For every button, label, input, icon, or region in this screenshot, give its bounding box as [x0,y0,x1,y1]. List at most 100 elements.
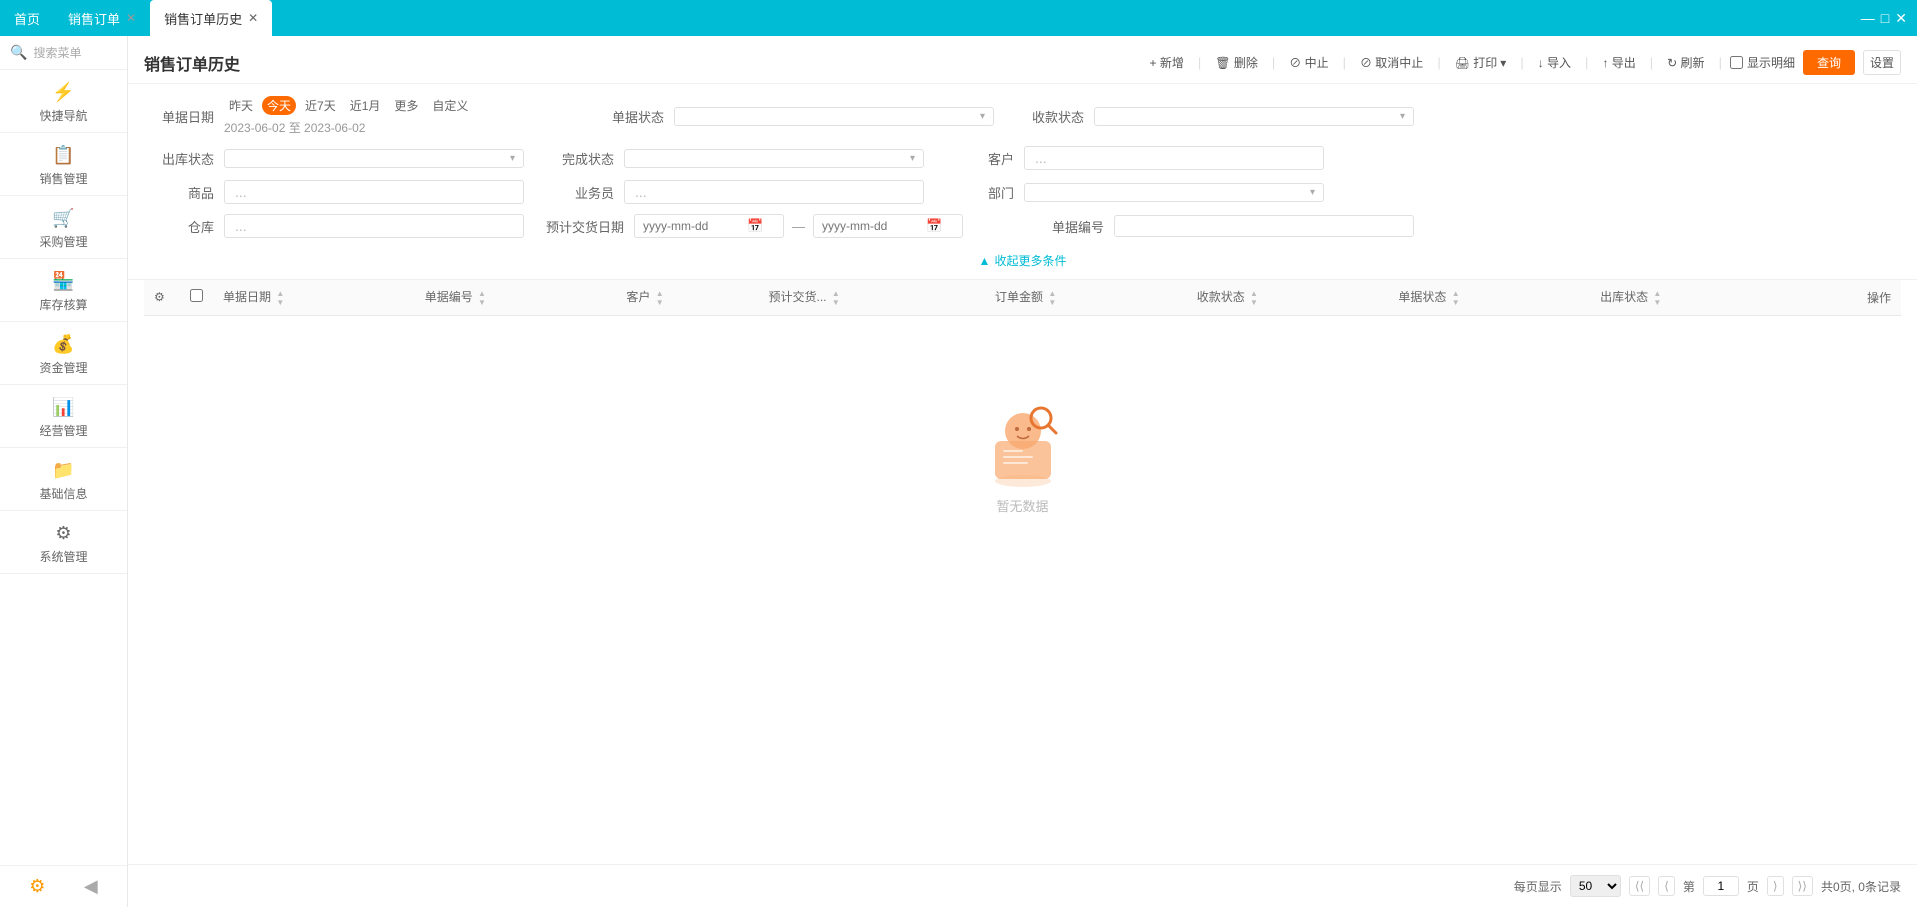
date-btn-today[interactable]: 今天 [262,96,296,115]
sidebar-item-label: 经营管理 [39,422,87,439]
delete-button[interactable]: 🗑 删除 [1209,51,1264,74]
complete-status-select[interactable]: ▾ [624,149,924,168]
col-doc-no[interactable]: 单据编号 ▲▼ [415,280,617,315]
import-button[interactable]: ↓ 导入 [1532,51,1577,74]
sort-customer: ▲▼ [656,289,664,307]
col-order-amount[interactable]: 订单金额 ▲▼ [985,280,1187,315]
col-settings[interactable]: ⚙ [144,280,180,315]
sidebar-settings-icon[interactable]: ⚙ [29,876,45,897]
tab-sales-order[interactable]: 销售订单 ✕ [54,0,150,36]
date-btn-7days[interactable]: 近7天 [300,96,341,115]
refresh-button[interactable]: ↻ 刷新 [1661,51,1710,74]
delivery-date-from-picker[interactable]: 📅 [634,214,784,238]
select-all-checkbox[interactable] [190,289,203,302]
salesperson-input[interactable]: ... [624,180,924,204]
export-button[interactable]: ↑ 导出 [1596,51,1641,74]
delivery-date-from-input[interactable] [643,219,743,233]
prev-page-btn[interactable]: ⟨ [1658,876,1675,896]
collapse-button[interactable]: ▲ 收起更多条件 [144,248,1901,271]
product-input[interactable]: ... [224,180,524,204]
doc-status-select[interactable]: ▾ [674,107,994,126]
col-operation: 操作 [1792,280,1901,315]
stop-button[interactable]: ⊘ 中止 [1283,51,1334,74]
gear-icon[interactable]: ⚙ [154,290,165,304]
doc-no-input[interactable] [1114,215,1414,237]
maximize-btn[interactable]: □ [1881,10,1889,26]
show-detail-checkbox: 显示明细 [1730,54,1795,71]
complete-status-arrow: ▾ [910,153,915,164]
salesperson-label: 业务员 [544,183,624,202]
cancel-stop-button[interactable]: ⊘ 取消中止 [1354,51,1429,74]
col-customer[interactable]: 客户 ▲▼ [616,280,758,315]
quick-nav-icon: ⚡ [52,82,74,103]
customer-input[interactable]: ... [1024,146,1324,170]
col-doc-date[interactable]: 单据日期 ▲▼ [213,280,415,315]
toolbar: + 新增 | 🗑 删除 | ⊘ 中止 | ⊘ 取消中止 | 🖨 打印 ▾ | ↓… [1144,50,1901,75]
sidebar-item-label: 库存核算 [39,296,87,313]
show-detail-input[interactable] [1730,56,1743,69]
delivery-date-to-input[interactable] [822,219,922,233]
inventory-icon: 🏪 [52,271,74,292]
department-select[interactable]: ▾ [1024,183,1324,202]
tab-sales-order-close[interactable]: ✕ [126,11,136,25]
date-btn-yesterday[interactable]: 昨天 [224,96,258,115]
last-page-btn[interactable]: ⟩⟩ [1792,876,1813,896]
print-button[interactable]: 🖨 打印 ▾ [1449,51,1513,74]
minimize-btn[interactable]: — [1861,10,1875,26]
page-size-select[interactable]: 10 20 50 100 [1570,875,1621,897]
col-delivery-date[interactable]: 预计交货... ▲▼ [759,280,986,315]
delivery-date-to-picker[interactable]: 📅 [813,214,963,238]
date-btn-more[interactable]: 更多 [389,96,423,115]
sidebar-item-capital-mgmt[interactable]: 💰 资金管理 [0,322,127,385]
new-button[interactable]: + 新增 [1144,51,1190,74]
page-title: 销售订单历史 [144,51,240,75]
sidebar-item-label: 资金管理 [39,359,87,376]
sidebar-item-basic-info[interactable]: 📁 基础信息 [0,448,127,511]
close-btn[interactable]: ✕ [1895,10,1907,27]
date-filter-value: 昨天 今天 近7天 近1月 更多 自定义 2023-06-02 至 2023-0… [224,96,564,136]
tab-sales-order-history[interactable]: 销售订单历史 ✕ [150,0,272,36]
data-table: ⚙ 单据日期 ▲▼ 单据编号 ▲▼ [144,280,1901,555]
sidebar-item-inventory[interactable]: 🏪 库存核算 [0,259,127,322]
filter-row-3: 商品 ... 业务员 ... 部门 ▾ [144,180,1901,204]
table-body: 暂无数据 [144,315,1901,555]
customer-label: 客户 [944,149,1024,168]
date-btn-1month[interactable]: 近1月 [345,96,386,115]
sidebar-item-sys-mgmt[interactable]: ⚙ 系统管理 [0,511,127,574]
pagination: 每页显示 10 20 50 100 ⟨⟨ ⟨ 第 页 ⟩ ⟩⟩ 共0页, 0条记… [128,864,1917,907]
settings-button[interactable]: 设置 [1863,50,1901,75]
calendar-from-icon[interactable]: 📅 [747,218,763,234]
payment-status-arrow: ▾ [1400,111,1405,122]
sidebar-item-purchase-mgmt[interactable]: 🛒 采购管理 [0,196,127,259]
col-payment-status[interactable]: 收款状态 ▲▼ [1187,280,1389,315]
search-menu-label: 搜索菜单 [33,44,81,61]
filter-row-1: 单据日期 昨天 今天 近7天 近1月 更多 自定义 2023-06-02 至 2… [144,96,1901,136]
payment-status-select[interactable]: ▾ [1094,107,1414,126]
sort-doc-date: ▲▼ [276,289,284,307]
date-range-text: 2023-06-02 至 2023-06-02 [224,119,365,136]
warehouse-input[interactable]: ... [224,214,524,238]
department-arrow: ▾ [1310,187,1315,198]
doc-no-label: 单据编号 [1034,217,1114,236]
sort-delivery-date: ▲▼ [832,289,840,307]
outbound-status-select[interactable]: ▾ [224,149,524,168]
sidebar-search[interactable]: 🔍 搜索菜单 [0,36,127,70]
date-btn-custom[interactable]: 自定义 [427,96,473,115]
sidebar-item-label: 销售管理 [39,170,87,187]
basic-info-icon: 📁 [52,460,74,481]
page-number-input[interactable] [1703,876,1739,896]
calendar-to-icon[interactable]: 📅 [926,218,942,234]
next-page-btn[interactable]: ⟩ [1767,876,1784,896]
first-page-btn[interactable]: ⟨⟨ [1629,876,1650,896]
col-checkbox[interactable] [180,280,213,315]
sidebar-item-quick-nav[interactable]: ⚡ 快捷导航 [0,70,127,133]
query-button[interactable]: 查询 [1803,50,1855,75]
doc-status-arrow: ▾ [980,111,985,122]
sidebar-item-ops-mgmt[interactable]: 📊 经营管理 [0,385,127,448]
col-doc-status[interactable]: 单据状态 ▲▼ [1388,280,1590,315]
sidebar-toggle-icon[interactable]: ◀ [84,876,98,897]
tab-home[interactable]: 首页 [0,0,54,36]
col-outbound-status[interactable]: 出库状态 ▲▼ [1590,280,1792,315]
sidebar-item-sales-mgmt[interactable]: 📋 销售管理 [0,133,127,196]
tab-sales-order-history-close[interactable]: ✕ [248,11,258,25]
